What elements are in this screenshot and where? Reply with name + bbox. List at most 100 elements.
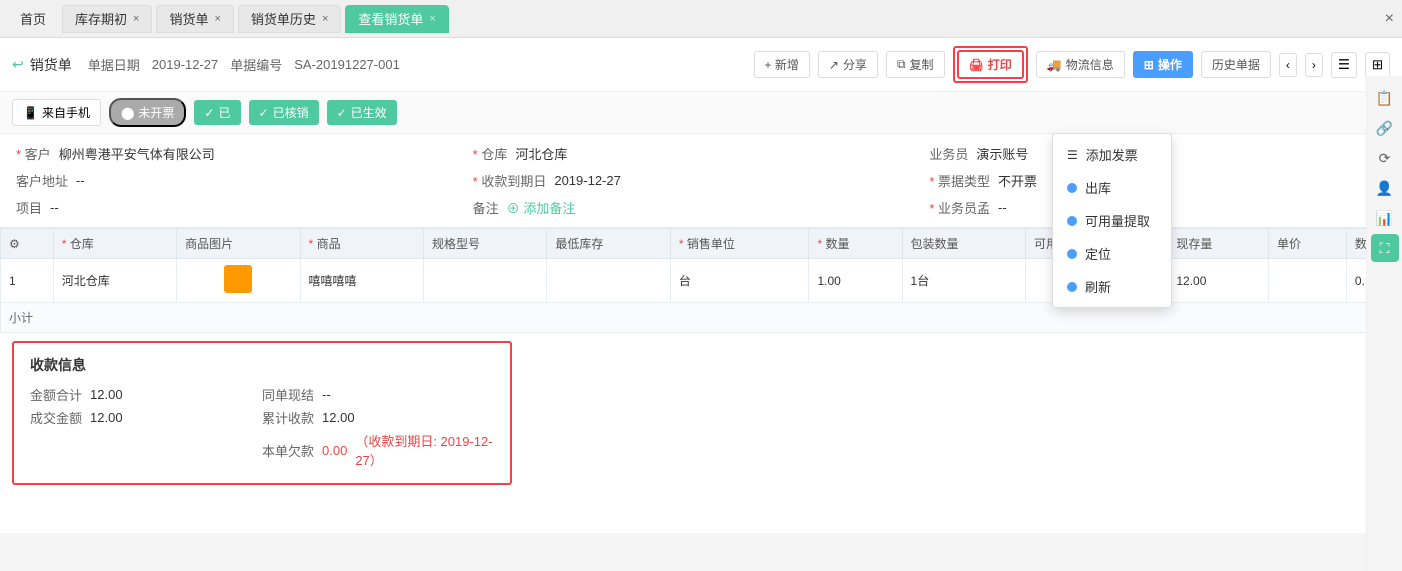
same-order-label: 同单现结: [262, 385, 314, 404]
share-label: 分享: [843, 56, 867, 73]
sidebar-icon-expand[interactable]: ⛶: [1371, 234, 1399, 262]
tab-view-sales[interactable]: 查看销货单 ×: [345, 5, 448, 33]
cumulative-value: 12.00: [322, 410, 355, 425]
prev-button[interactable]: ‹: [1279, 53, 1297, 77]
available-qty-dot: [1067, 216, 1077, 226]
dropdown-locate[interactable]: 定位: [1053, 237, 1171, 270]
row-num: 1: [1, 259, 54, 303]
effective-button[interactable]: ✓ 已生效: [327, 100, 397, 125]
row-spec: [423, 259, 546, 303]
next-button[interactable]: ›: [1305, 53, 1323, 77]
number-label: 单据编号: [230, 55, 282, 74]
cumulative-label: 累计收款: [262, 408, 314, 427]
logistics-label: 物流信息: [1066, 56, 1114, 73]
data-table: ⚙ 仓库 商品图片 商品 规格型号 最低库存 销售单位 数量 包装数量 可用量（…: [0, 228, 1402, 333]
check-button[interactable]: ✓ 已: [194, 100, 240, 125]
dropdown-refresh[interactable]: 刷新: [1053, 270, 1171, 303]
sales-order-icon: ↩: [12, 56, 24, 73]
owe-row: 本单欠款 0.00 （收款到期日: 2019-12-27）: [262, 429, 494, 471]
outbound-dot: [1067, 183, 1077, 193]
row-price: [1269, 259, 1347, 303]
doc-title: ↩ 销货单: [12, 55, 72, 75]
print-button[interactable]: 🖨 打印: [957, 50, 1024, 79]
customer-row: 客户 柳州粤港平安气体有限公司: [16, 144, 473, 163]
canceled-button[interactable]: ✓ 已核销: [249, 100, 319, 125]
copy-icon: ⧉: [897, 57, 906, 72]
list-view-button[interactable]: ☰: [1331, 52, 1357, 78]
salesperson-label: 业务员: [929, 144, 968, 163]
tab-sales-history[interactable]: 销货单历史 ×: [238, 5, 341, 33]
locate-label: 定位: [1085, 244, 1111, 263]
add-invoice-label: 添加发票: [1086, 145, 1138, 164]
print-icon: 🖨: [969, 58, 984, 72]
refresh-dot: [1067, 282, 1077, 292]
col-stock: 现存量: [1168, 229, 1269, 259]
copy-button[interactable]: ⧉ 复制: [886, 51, 945, 78]
dropdown-add-invoice[interactable]: ☰ 添加发票: [1053, 138, 1171, 171]
sidebar-icon-chart[interactable]: 📊: [1371, 204, 1399, 232]
doc-header: ↩ 销货单 单据日期 2019-12-27 单据编号 SA-20191227-0…: [0, 38, 1402, 92]
col-settings[interactable]: ⚙: [1, 229, 54, 259]
tab-home[interactable]: 首页: [8, 5, 58, 33]
main-close-button[interactable]: ×: [1385, 10, 1394, 28]
doc-type-label: 销货单: [30, 55, 72, 75]
grid-view-button[interactable]: ⊞: [1365, 52, 1390, 78]
customer-label: 客户: [16, 144, 51, 163]
close-sales-order-icon[interactable]: ×: [214, 13, 220, 25]
col-pack-qty: 包装数量: [902, 229, 1025, 259]
new-button[interactable]: + 新增: [754, 51, 810, 78]
add-note-label: 添加备注: [523, 201, 575, 216]
payment-date-value: 2019-12-27: [554, 173, 621, 188]
main-content: ↩ 销货单 单据日期 2019-12-27 单据编号 SA-20191227-0…: [0, 38, 1402, 533]
warehouse-row: 仓库 河北仓库: [473, 144, 930, 163]
copy-label: 复制: [910, 56, 934, 73]
history-button[interactable]: 历史单据: [1201, 51, 1271, 78]
unopened-button[interactable]: ⬤ 未开票: [109, 98, 186, 127]
close-sales-history-icon[interactable]: ×: [322, 13, 328, 25]
add-note-icon: ⊕: [507, 201, 520, 216]
ticket-type-value: 不开票: [998, 171, 1037, 190]
sidebar-icon-refresh[interactable]: ⟳: [1371, 144, 1399, 172]
salesperson2-label: 业务员孟: [929, 198, 990, 217]
operate-button[interactable]: ⊞ 操作: [1133, 51, 1193, 78]
ticket-type-label: 票据类型: [929, 171, 990, 190]
col-warehouse: 仓库: [53, 229, 176, 259]
share-icon: ↗: [829, 58, 839, 72]
sales-history-label: 销货单历史: [251, 9, 316, 28]
row-quantity: 1.00: [809, 259, 902, 303]
tab-bar: 首页 库存期初 × 销货单 × 销货单历史 × 查看销货单 × ×: [0, 0, 1402, 38]
payment-date-row: 收款到期日 2019-12-27: [473, 171, 930, 190]
refresh-label: 刷新: [1085, 277, 1111, 296]
close-view-sales-icon[interactable]: ×: [429, 13, 435, 25]
view-sales-label: 查看销货单: [358, 9, 423, 28]
number-value: SA-20191227-001: [294, 57, 400, 72]
from-phone-button[interactable]: 📱 来自手机: [12, 99, 101, 126]
dropdown-available-qty[interactable]: 可用量提取: [1053, 204, 1171, 237]
effective-label: 已生效: [351, 104, 387, 121]
transaction-row: 成交金额 12.00: [30, 406, 262, 429]
dropdown-outbound[interactable]: 出库: [1053, 171, 1171, 204]
sidebar-icon-user[interactable]: 👤: [1371, 174, 1399, 202]
owe-note: （收款到期日: 2019-12-27）: [355, 431, 494, 469]
row-min-stock: [547, 259, 670, 303]
address-value: --: [76, 173, 85, 188]
close-inventory-init-icon[interactable]: ×: [133, 13, 139, 25]
tab-inventory-init[interactable]: 库存期初 ×: [62, 5, 152, 33]
share-button[interactable]: ↗ 分享: [818, 51, 878, 78]
logistics-button[interactable]: 🚚 物流信息: [1036, 51, 1125, 78]
dot-icon: ⬤: [121, 106, 134, 120]
payment-date-label: 收款到期日: [473, 171, 547, 190]
sidebar-icon-doc[interactable]: 📋: [1371, 84, 1399, 112]
note-label: 备注: [473, 198, 499, 217]
inventory-init-label: 库存期初: [75, 9, 127, 28]
tab-sales-order[interactable]: 销货单 ×: [156, 5, 233, 33]
add-note-button[interactable]: ⊕ 添加备注: [507, 198, 576, 217]
table-scroll-area[interactable]: ⚙ 仓库 商品图片 商品 规格型号 最低库存 销售单位 数量 包装数量 可用量（…: [0, 228, 1402, 333]
subtotal-row: 小计: [1, 303, 1402, 333]
same-order-value: --: [322, 387, 331, 402]
row-pack-qty: 1台: [902, 259, 1025, 303]
owe-value: 0.00: [322, 443, 347, 458]
operate-label: 操作: [1158, 56, 1182, 73]
sidebar-icon-link[interactable]: 🔗: [1371, 114, 1399, 142]
salesperson-value: 演示账号: [976, 144, 1028, 163]
